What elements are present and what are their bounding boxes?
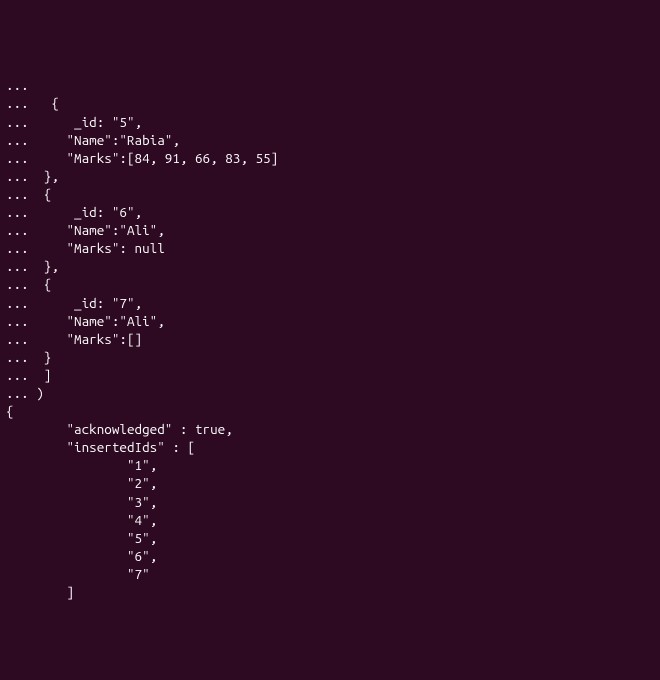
terminal-line: "2", [6,475,157,491]
terminal-line: ... ] [6,367,51,383]
terminal-line: ... }, [6,168,59,184]
terminal-line: "insertedIds" : [ [6,439,195,455]
terminal-line: ... _id: "5", [6,114,142,130]
terminal-line: ... { [6,276,51,292]
terminal-line: ... [6,77,29,93]
terminal-line: ... }, [6,258,59,274]
terminal-line: "5", [6,530,157,546]
terminal-line: ... { [6,95,59,111]
terminal-line: ... "Marks":[] [6,331,142,347]
terminal-line: "3", [6,494,157,510]
terminal-line: ... "Name":"Rabia", [6,132,180,148]
terminal-line: ... "Marks": null [6,240,165,256]
terminal-line: "acknowledged" : true, [6,421,233,437]
terminal-line: ... { [6,186,51,202]
terminal-line: "6", [6,548,157,564]
terminal-line: ... ) [6,385,44,401]
terminal-line: "1", [6,457,157,473]
terminal-output[interactable]: ... ... { ... _id: "5", ... "Name":"Rabi… [6,76,654,589]
terminal-line: { [6,403,14,419]
terminal-line: ] [6,584,74,600]
terminal-line: "4", [6,512,157,528]
terminal-line: ... "Marks":[84, 91, 66, 83, 55] [6,150,278,166]
terminal-line: ... "Name":"Ali", [6,222,165,238]
terminal-line: ... } [6,349,51,365]
terminal-line: ... _id: "6", [6,204,142,220]
terminal-line: ... _id: "7", [6,295,142,311]
terminal-line: "7" [6,566,150,582]
terminal-line: ... "Name":"Ali", [6,313,165,329]
